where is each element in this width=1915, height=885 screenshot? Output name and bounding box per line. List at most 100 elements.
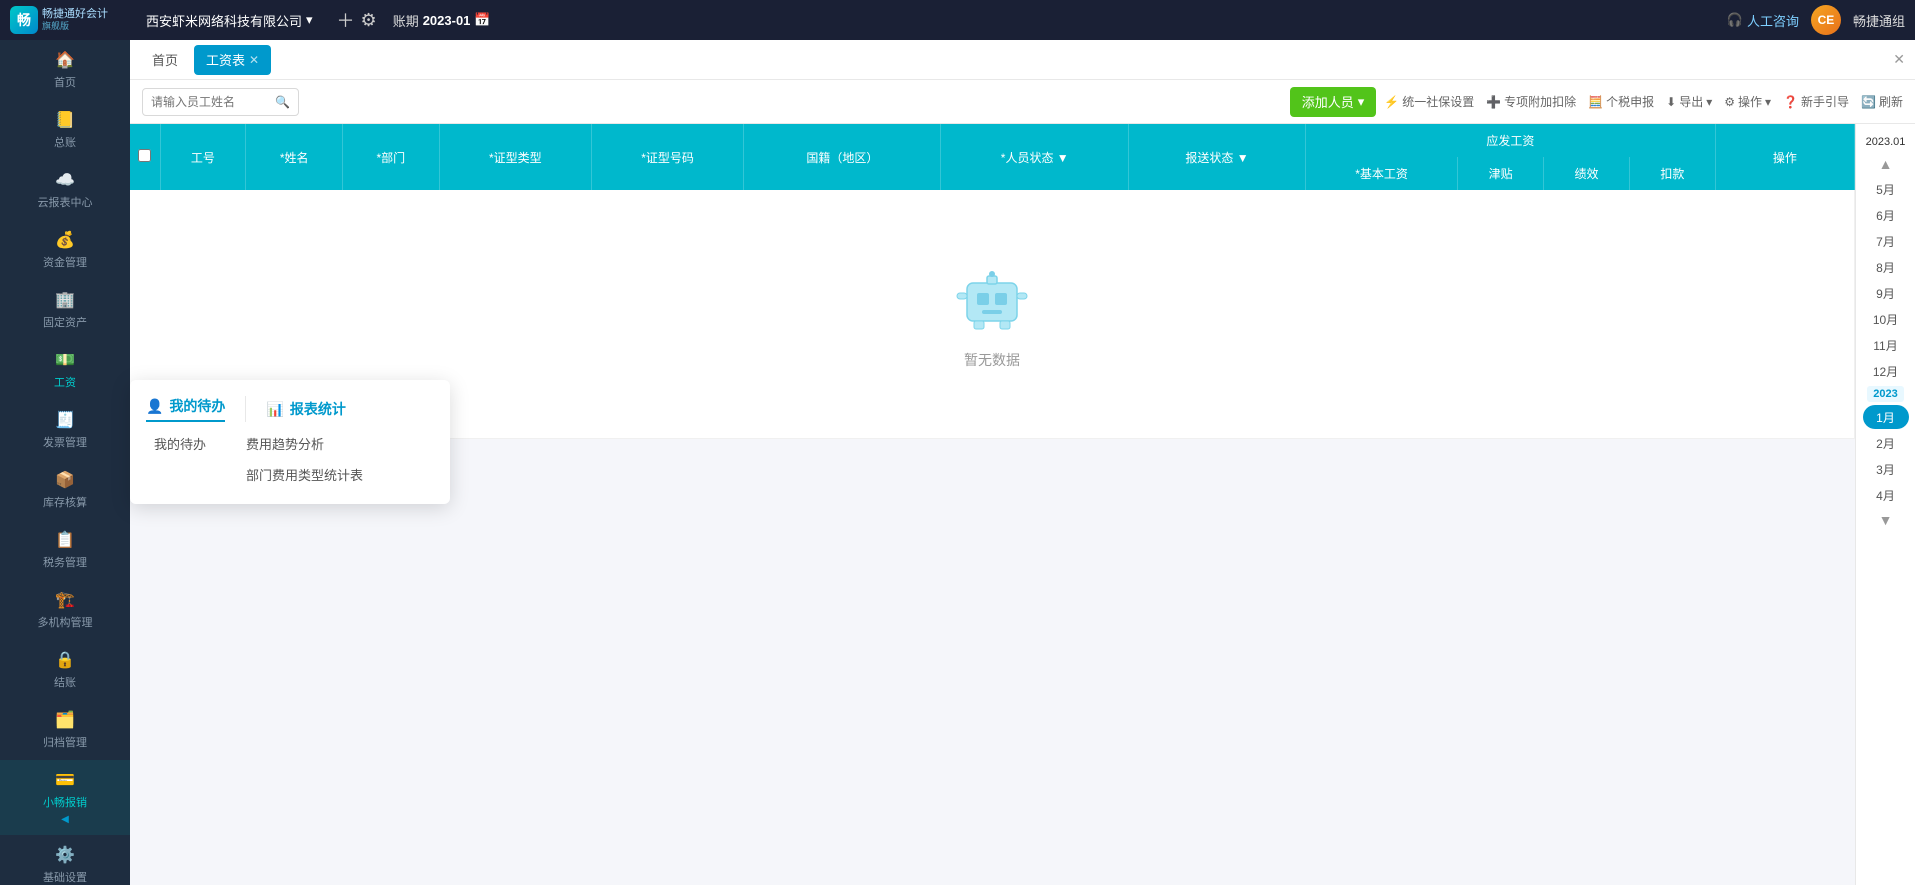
sidebar-item-invoice[interactable]: 🧾 发票管理 bbox=[0, 400, 130, 460]
sidebar-item-archive[interactable]: 🗂️ 归档管理 bbox=[0, 700, 130, 760]
logo-icon: 畅 bbox=[10, 6, 38, 34]
month-mar[interactable]: 3月 bbox=[1863, 457, 1909, 481]
tab-bar-right: ✕ bbox=[1893, 51, 1905, 68]
sidebar-item-xiaochang[interactable]: 💳 小畅报销 ◀ bbox=[0, 760, 130, 835]
inventory-icon: 📦 bbox=[55, 470, 75, 490]
popup-item-cost-trend[interactable]: 费用趋势分析 bbox=[238, 430, 371, 457]
export-icon: ⬇ bbox=[1666, 95, 1676, 109]
month-feb[interactable]: 2月 bbox=[1863, 431, 1909, 455]
popup-divider bbox=[245, 396, 246, 422]
toolbar: 🔍 添加人员 ▾ ⚡ 统一社保设置 ➕ 专项附加扣除 🧮 个税申报 bbox=[130, 80, 1915, 124]
select-all-checkbox[interactable] bbox=[138, 149, 151, 162]
settings-gear-icon: ⚙️ bbox=[55, 845, 75, 865]
social-security-btn[interactable]: ⚡ 统一社保设置 bbox=[1384, 93, 1474, 110]
right-panel: 2023.01 ▲ 5月 6月 7月 8月 9月 10月 bbox=[1855, 124, 1915, 885]
month-oct[interactable]: 10月 bbox=[1863, 307, 1909, 331]
cloud-icon: ☁️ bbox=[55, 170, 75, 190]
archive-icon: 🗂️ bbox=[55, 710, 75, 730]
month-jun[interactable]: 6月 bbox=[1863, 203, 1909, 227]
sidebar-item-basic[interactable]: ⚙️ 基础设置 bbox=[0, 835, 130, 885]
settings-icon[interactable]: ⚙ bbox=[361, 10, 377, 31]
sidebar-item-multi-org[interactable]: 🏗️ 多机构管理 bbox=[0, 580, 130, 640]
add-person-button[interactable]: 添加人员 ▾ bbox=[1290, 87, 1377, 117]
sidebar-item-inventory[interactable]: 📦 库存核算 bbox=[0, 460, 130, 520]
refresh-btn[interactable]: 🔄 刷新 bbox=[1861, 93, 1903, 110]
top-bar-actions: ＋ ⚙ bbox=[337, 7, 377, 33]
scroll-up-btn[interactable]: ▲ bbox=[1874, 152, 1898, 176]
current-year-label: 2023 bbox=[1867, 386, 1903, 402]
th-person-status: *人员状态 ▼ bbox=[941, 124, 1129, 190]
th-department: *部门 bbox=[342, 124, 439, 190]
xiaochang-icon: 💳 bbox=[55, 770, 75, 790]
tab-close-all-icon[interactable]: ✕ bbox=[1893, 51, 1905, 67]
sidebar-item-assets[interactable]: 🏢 固定资产 bbox=[0, 280, 130, 340]
th-id-number: *证型号码 bbox=[591, 124, 743, 190]
sidebar-item-salary[interactable]: 💵 工资 bbox=[0, 340, 130, 400]
month-nov[interactable]: 11月 bbox=[1863, 333, 1909, 357]
tab-salary[interactable]: 工资表 ✕ bbox=[194, 45, 271, 75]
plus-circle-icon: ➕ bbox=[1486, 95, 1501, 109]
sidebar-item-fund[interactable]: 💰 资金管理 bbox=[0, 220, 130, 280]
calendar-icon[interactable]: 📅 bbox=[474, 12, 490, 28]
th-operation: 操作 bbox=[1715, 124, 1854, 190]
popup-item-dept-cost[interactable]: 部门费用类型统计表 bbox=[238, 461, 371, 488]
popup-item-my-todo[interactable]: 我的待办 bbox=[146, 430, 214, 457]
sidebar-item-tax[interactable]: 📋 税务管理 bbox=[0, 520, 130, 580]
tax-report-btn[interactable]: 🧮 个税申报 bbox=[1588, 93, 1654, 110]
popup-content-row: 我的待办 费用趋势分析 部门费用类型统计表 bbox=[146, 430, 434, 488]
tax-icon: 📋 bbox=[55, 530, 75, 550]
sidebar-item-close[interactable]: 🔒 结账 bbox=[0, 640, 130, 700]
ledger-icon: 📒 bbox=[55, 110, 75, 130]
report-icon: 📊 bbox=[266, 401, 283, 418]
dropdown-arrow-icon: ▾ bbox=[1358, 94, 1365, 110]
tab-home[interactable]: 首页 bbox=[140, 45, 190, 75]
export-btn[interactable]: ⬇ 导出 ▾ bbox=[1666, 93, 1712, 110]
month-may[interactable]: 5月 bbox=[1863, 177, 1909, 201]
sidebar-item-cloud-report[interactable]: ☁️ 云报表中心 bbox=[0, 160, 130, 220]
tab-close-salary[interactable]: ✕ bbox=[249, 53, 259, 67]
add-icon[interactable]: ＋ bbox=[337, 7, 355, 33]
sidebar-item-ledger[interactable]: 📒 总账 bbox=[0, 100, 130, 160]
special-deduction-btn[interactable]: ➕ 专项附加扣除 bbox=[1486, 93, 1576, 110]
th-deduction: 扣款 bbox=[1629, 157, 1715, 190]
user-avatar: CE bbox=[1811, 5, 1841, 35]
th-checkbox bbox=[130, 124, 160, 190]
month-jan-active[interactable]: 1月 bbox=[1863, 405, 1909, 429]
close-book-icon: 🔒 bbox=[55, 650, 75, 670]
logo: 畅 畅捷通好会计 旗舰版 bbox=[10, 6, 130, 34]
popup-category-todo[interactable]: 👤 我的待办 bbox=[146, 396, 225, 422]
month-sep[interactable]: 9月 bbox=[1863, 281, 1909, 305]
month-jul[interactable]: 7月 bbox=[1863, 229, 1909, 253]
search-input[interactable] bbox=[151, 95, 271, 109]
th-performance: 绩效 bbox=[1544, 157, 1630, 190]
filter-icon[interactable]: ▼ bbox=[1057, 151, 1069, 165]
sidebar-item-home[interactable]: 🏠 首页 bbox=[0, 40, 130, 100]
th-report-status: 报送状态 ▼ bbox=[1129, 124, 1306, 190]
refresh-icon: 🔄 bbox=[1861, 95, 1876, 109]
popup-col-todo: 我的待办 bbox=[146, 430, 214, 488]
right-panel-date-label: 2023.01 bbox=[1864, 132, 1908, 152]
operation-icon: ⚙ bbox=[1724, 95, 1735, 109]
th-basic-salary: *基本工资 bbox=[1305, 157, 1457, 190]
operation-arrow-icon: ▾ bbox=[1765, 95, 1771, 109]
operation-btn[interactable]: ⚙ 操作 ▾ bbox=[1724, 93, 1771, 110]
sidebar: 🏠 首页 📒 总账 ☁️ 云报表中心 💰 资金管理 🏢 固定资产 💵 工资 🧾 … bbox=[0, 40, 130, 885]
empty-text: 暂无数据 bbox=[964, 350, 1020, 370]
filter2-icon[interactable]: ▼ bbox=[1237, 151, 1249, 165]
month-dec[interactable]: 12月 bbox=[1863, 359, 1909, 383]
content-wrapper: 工号 *姓名 *部门 *证型类型 *证型号码 国籍（地区） *人员状态 ▼ bbox=[130, 124, 1915, 885]
customer-service-btn[interactable]: 🎧 人工咨询 bbox=[1727, 11, 1799, 30]
month-aug[interactable]: 8月 bbox=[1863, 255, 1909, 279]
logo-text: 畅捷通好会计 旗舰版 bbox=[42, 8, 108, 32]
table-container: 工号 *姓名 *部门 *证型类型 *证型号码 国籍（地区） *人员状态 ▼ bbox=[130, 124, 1855, 885]
empty-robot-icon bbox=[952, 258, 1032, 338]
popup-category-report[interactable]: 📊 报表统计 bbox=[266, 396, 345, 422]
th-allowance: 津贴 bbox=[1458, 157, 1544, 190]
tax-calc-icon: 🧮 bbox=[1588, 95, 1603, 109]
guide-btn[interactable]: ❓ 新手引导 bbox=[1783, 93, 1849, 110]
company-selector[interactable]: 西安虾米网络科技有限公司 ▾ bbox=[138, 7, 321, 34]
popup-col-report: 费用趋势分析 部门费用类型统计表 bbox=[238, 430, 371, 488]
month-apr[interactable]: 4月 bbox=[1863, 483, 1909, 507]
scroll-down-btn[interactable]: ▼ bbox=[1874, 508, 1898, 532]
export-arrow-icon: ▾ bbox=[1706, 95, 1712, 109]
